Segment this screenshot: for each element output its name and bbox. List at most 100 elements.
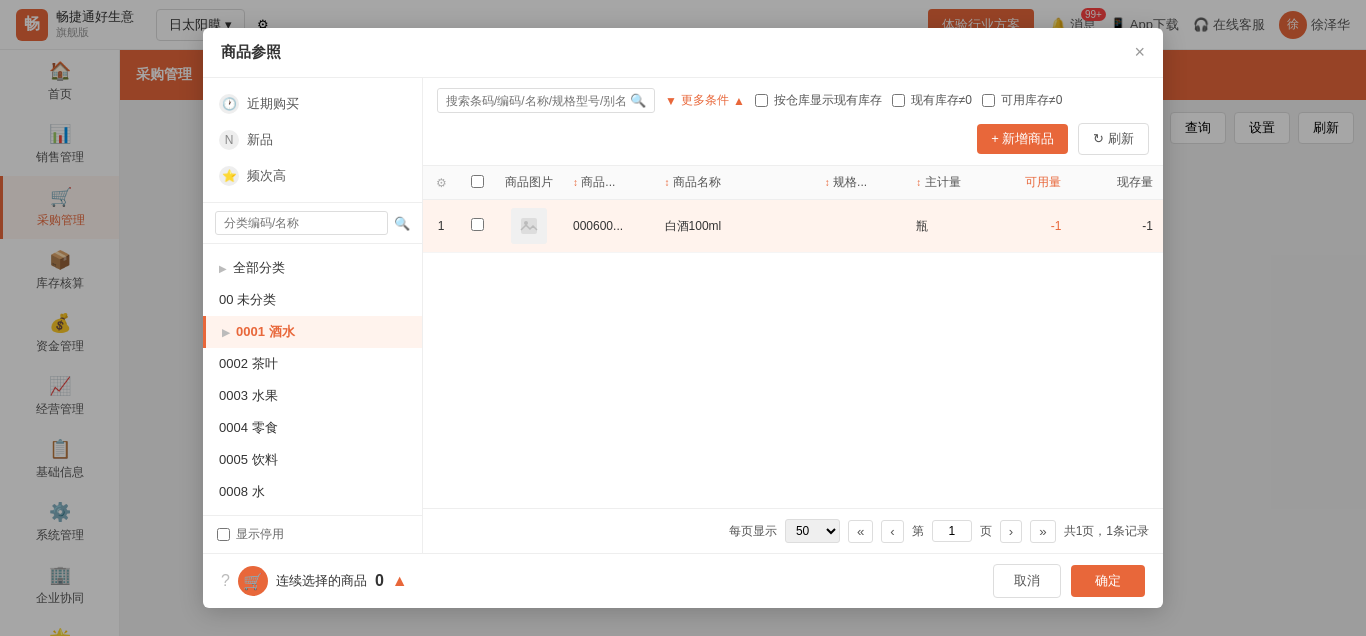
new-icon: N <box>219 130 239 150</box>
sort-icon-spec: ↕ <box>825 177 830 188</box>
cell-avail: -1 <box>980 200 1072 253</box>
modal-body: 🕐 近期购买 N 新品 ⭐ 频次高 ‹‹ <box>203 78 1163 553</box>
cat-item-0001[interactable]: ▶ 0001 酒水 <box>203 316 422 348</box>
checkbox-avail-label[interactable]: 可用库存≠0 <box>1001 92 1062 109</box>
checkbox-warehouse-label[interactable]: 按仓库显示现有库存 <box>774 92 882 109</box>
filter-label: 更多条件 <box>681 92 729 109</box>
cat-item-00[interactable]: 00 未分类 <box>203 284 422 316</box>
cart-area: ? 🛒 连续选择的商品 0 ▲ <box>221 566 983 596</box>
th-stock: 现存量 <box>1071 166 1163 200</box>
product-table: ⚙ 商品图片 ↕ 商品... <box>423 166 1163 253</box>
quick-label-frequent: 频次高 <box>247 167 286 185</box>
col-spec-label: 规格... <box>833 175 867 189</box>
display-disabled-checkbox[interactable] <box>217 528 230 541</box>
checkbox-warehouse: 按仓库显示现有库存 <box>755 92 882 109</box>
quick-item-frequent[interactable]: ⭐ 频次高 <box>203 158 422 194</box>
add-product-btn[interactable]: + 新增商品 <box>977 124 1068 154</box>
filter-icon: ▼ <box>665 94 677 108</box>
select-all-checkbox[interactable] <box>471 175 484 188</box>
toolbar: 🔍 ▼ 更多条件 ▲ 按仓库显示现有库存 现有库存≠0 <box>423 78 1163 166</box>
checkbox-nonzero: 现有库存≠0 <box>892 92 972 109</box>
cancel-btn[interactable]: 取消 <box>993 564 1061 598</box>
col-code-label: 商品... <box>581 175 615 189</box>
help-icon[interactable]: ? <box>221 572 230 590</box>
cat-item-0008[interactable]: 0008 水 <box>203 476 422 508</box>
page-label: 第 <box>912 523 924 540</box>
category-tree: ▶ 全部分类 00 未分类 ▶ 0001 酒水 0002 茶叶 0003 水果 <box>203 244 422 515</box>
confirm-btn[interactable]: 确定 <box>1071 565 1145 597</box>
th-img: 商品图片 <box>495 166 563 200</box>
modal-overlay: 商品参照 × 🕐 近期购买 N 新品 ⭐ <box>0 0 1366 636</box>
svg-rect-0 <box>521 218 537 234</box>
per-page-select[interactable]: 50 10 20 100 <box>785 519 840 543</box>
content-panel: 🔍 ▼ 更多条件 ▲ 按仓库显示现有库存 现有库存≠0 <box>423 78 1163 553</box>
page-first-btn[interactable]: « <box>848 520 873 543</box>
cart-collapse-btn[interactable]: ▲ <box>392 572 408 590</box>
sort-icon-unit: ↕ <box>916 177 921 188</box>
pagination-bar: 每页显示 50 10 20 100 « ‹ 第 页 › » 共1页，1条记录 <box>423 508 1163 553</box>
cell-num: 1 <box>423 200 459 253</box>
checkbox-nonzero-label[interactable]: 现有库存≠0 <box>911 92 972 109</box>
quick-item-recent[interactable]: 🕐 近期购买 <box>203 86 422 122</box>
category-panel: 🕐 近期购买 N 新品 ⭐ 频次高 ‹‹ <box>203 78 423 553</box>
cat-label-0002: 0002 茶叶 <box>219 355 278 373</box>
frequent-icon: ⭐ <box>219 166 239 186</box>
search-icon[interactable]: 🔍 <box>630 93 646 108</box>
cat-item-0005[interactable]: 0005 饮料 <box>203 444 422 476</box>
panel-collapse-btn[interactable]: ‹‹ <box>422 296 423 336</box>
col-name-label: 商品名称 <box>673 175 721 189</box>
product-image <box>511 208 547 244</box>
checkbox-nonzero-input[interactable] <box>892 94 905 107</box>
expand-arrow-0001: ▶ <box>222 327 230 338</box>
modal-close-btn[interactable]: × <box>1134 42 1145 63</box>
product-search-input[interactable] <box>446 94 626 108</box>
table-settings-icon[interactable]: ⚙ <box>436 176 447 190</box>
cart-count: 0 <box>375 572 384 590</box>
filter-collapse-icon: ▲ <box>733 94 745 108</box>
cat-label-0008: 0008 水 <box>219 483 265 501</box>
cat-item-0010[interactable]: 0010 家电 <box>203 508 422 515</box>
cat-item-0002[interactable]: 0002 茶叶 <box>203 348 422 380</box>
page-next-btn[interactable]: › <box>1000 520 1022 543</box>
quick-label-new: 新品 <box>247 131 273 149</box>
product-reference-modal: 商品参照 × 🕐 近期购买 N 新品 ⭐ <box>203 28 1163 608</box>
expand-arrow-all: ▶ <box>219 263 227 274</box>
checkbox-avail-input[interactable] <box>982 94 995 107</box>
display-disabled-label[interactable]: 显示停用 <box>236 526 284 543</box>
cat-item-0003[interactable]: 0003 水果 <box>203 380 422 412</box>
cell-stock: -1 <box>1071 200 1163 253</box>
quick-label-recent: 近期购买 <box>247 95 299 113</box>
cat-label-00: 00 未分类 <box>219 291 276 309</box>
th-code: ↕ 商品... <box>563 166 655 200</box>
quick-item-new[interactable]: N 新品 <box>203 122 422 158</box>
category-search-input[interactable] <box>215 211 388 235</box>
sort-icon-name: ↕ <box>665 177 670 188</box>
more-filter-btn[interactable]: ▼ 更多条件 ▲ <box>665 92 745 109</box>
per-page-label: 每页显示 <box>729 523 777 540</box>
checkbox-warehouse-input[interactable] <box>755 94 768 107</box>
category-search-bar: 🔍 <box>203 203 422 244</box>
modal-footer: ? 🛒 连续选择的商品 0 ▲ 取消 确定 <box>203 553 1163 608</box>
th-settings: ⚙ <box>423 166 459 200</box>
page-input[interactable] <box>932 520 972 542</box>
cell-spec <box>815 200 907 253</box>
sort-icon-code: ↕ <box>573 177 578 188</box>
cell-unit: 瓶 <box>906 200 980 253</box>
page-last-btn[interactable]: » <box>1030 520 1055 543</box>
product-table-wrap: ⚙ 商品图片 ↕ 商品... <box>423 166 1163 508</box>
th-avail: 可用量 <box>980 166 1072 200</box>
cell-code: 000600... <box>563 200 655 253</box>
recent-icon: 🕐 <box>219 94 239 114</box>
cell-check[interactable] <box>459 200 495 253</box>
cat-item-0004[interactable]: 0004 零食 <box>203 412 422 444</box>
col-unit-label: 主计量 <box>925 175 961 189</box>
th-spec: ↕ 规格... <box>815 166 907 200</box>
cell-name: 白酒100ml <box>655 200 815 253</box>
table-row[interactable]: 1 000600... 白酒100ml 瓶 -1 -1 <box>423 200 1163 253</box>
col-avail-label: 可用量 <box>1025 175 1061 189</box>
cat-item-all[interactable]: ▶ 全部分类 <box>203 252 422 284</box>
cat-label-0004: 0004 零食 <box>219 419 278 437</box>
page-prev-btn[interactable]: ‹ <box>881 520 903 543</box>
refresh-btn[interactable]: ↻ 刷新 <box>1078 123 1149 155</box>
page-suffix: 页 <box>980 523 992 540</box>
